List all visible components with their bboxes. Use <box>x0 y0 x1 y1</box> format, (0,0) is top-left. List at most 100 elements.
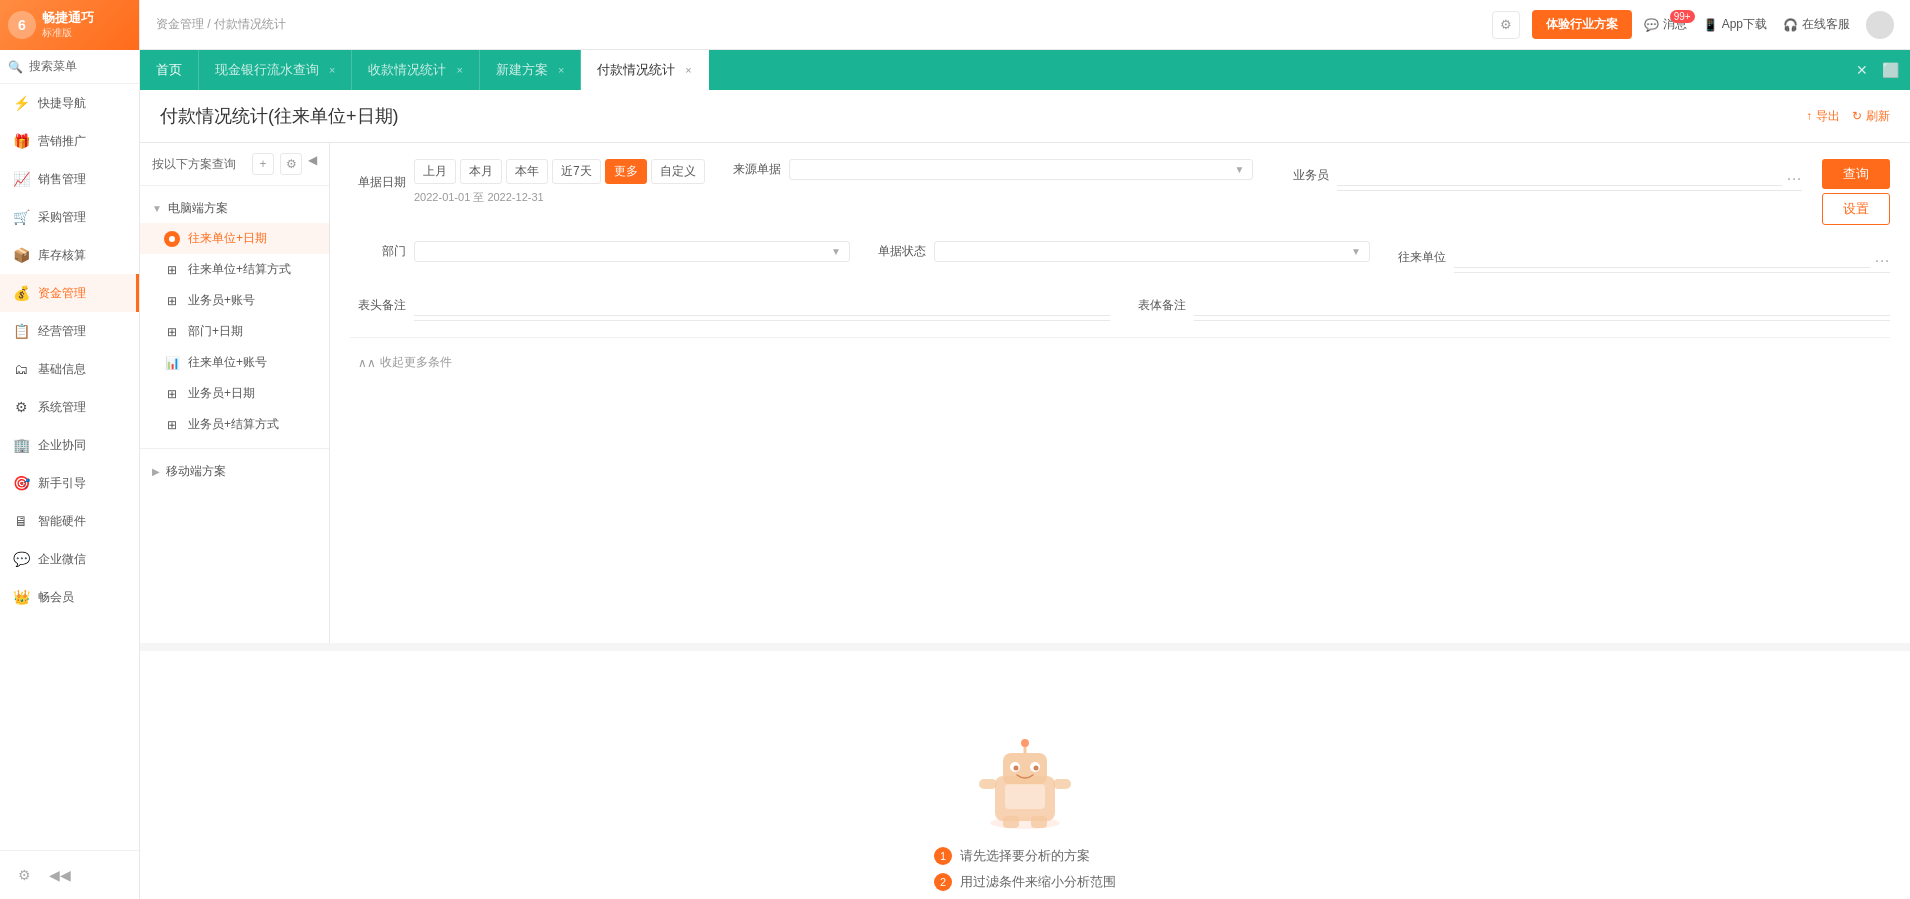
scheme-group-header-desktop[interactable]: ▼ 电脑端方案 <box>140 194 329 223</box>
tab-new-scheme[interactable]: 新建方案 × <box>480 50 581 90</box>
source-select[interactable]: ▼ <box>789 159 1254 180</box>
export-label: 导出 <box>1816 108 1840 125</box>
sidebar: 6 畅捷通巧 标准版 🔍 搜索菜单 ⚡ 快捷导航 🎁 营销推广 📈 销售管理 🛒… <box>0 0 140 899</box>
user-avatar[interactable] <box>1866 11 1894 39</box>
body-note-input[interactable] <box>1194 293 1890 316</box>
tab-collection-stats-close[interactable]: × <box>456 64 462 76</box>
export-btn[interactable]: ↑ 导出 <box>1806 108 1840 125</box>
online-service-btn[interactable]: 🎧 在线客服 <box>1783 16 1850 33</box>
sidebar-item-basic-info[interactable]: 🗂 基础信息 <box>0 350 139 388</box>
filter-header-note-item: 表头备注 <box>350 289 1110 321</box>
tab-home[interactable]: 首页 <box>140 50 199 90</box>
sidebar-item-hardware[interactable]: 🖥 智能硬件 <box>0 502 139 540</box>
scheme-item-unit-date[interactable]: 往来单位+日期 <box>140 223 329 254</box>
sidebar-item-enterprise[interactable]: 🏢 企业协同 <box>0 426 139 464</box>
unit-dots[interactable]: … <box>1874 248 1890 266</box>
search-label: 搜索菜单 <box>29 58 77 75</box>
app-download-label: App下载 <box>1722 16 1767 33</box>
sidebar-item-quick-nav[interactable]: ⚡ 快捷导航 <box>0 84 139 122</box>
refresh-btn[interactable]: ↻ 刷新 <box>1852 108 1890 125</box>
scheme-item-staff-account[interactable]: ⊞ 业务员+账号 <box>140 285 329 316</box>
set-button[interactable]: 设置 <box>1822 193 1890 225</box>
sidebar-item-sales[interactable]: 📈 销售管理 <box>0 160 139 198</box>
enterprise-icon: 🏢 <box>12 436 30 454</box>
filter-row-2: 部门 ▼ 单据状态 ▼ 往来单位 <box>350 241 1890 273</box>
scheme-mobile-header[interactable]: ▶ 移动端方案 <box>140 457 329 486</box>
brand-name: 畅捷通巧 <box>42 10 94 26</box>
tab-bar: 首页 现金银行流水查询 × 收款情况统计 × 新建方案 × 付款情况统计 × ✕… <box>140 50 1910 90</box>
scheme-item-unit-account[interactable]: 📊 往来单位+账号 <box>140 347 329 378</box>
collapse-sidebar-btn[interactable]: ◀◀ <box>46 861 74 889</box>
this-year-btn[interactable]: 本年 <box>506 159 548 184</box>
more-dates-btn[interactable]: 更多 <box>605 159 647 184</box>
date-section: 上月 本月 本年 近7天 更多 自定义 2022-01-01 至 2022-12… <box>414 159 705 205</box>
sidebar-item-weixin[interactable]: 💬 企业微信 <box>0 540 139 578</box>
sidebar-item-guide[interactable]: 🎯 新手引导 <box>0 464 139 502</box>
sidebar-footer: ⚙ ◀◀ <box>0 850 139 899</box>
scheme-panel-header: 按以下方案查询 + ⚙ ◀ <box>140 143 329 186</box>
sidebar-item-member[interactable]: 👑 畅会员 <box>0 578 139 616</box>
search-menu[interactable]: 🔍 搜索菜单 <box>0 50 139 84</box>
sidebar-item-system[interactable]: ⚙ 系统管理 <box>0 388 139 426</box>
settings-footer-btn[interactable]: ⚙ <box>10 861 38 889</box>
tab-new-scheme-close[interactable]: × <box>558 64 564 76</box>
filter-docstatus-item: 单据状态 ▼ <box>870 241 1370 262</box>
breadcrumb: 资金管理 / 付款情况统计 <box>156 16 1480 33</box>
dept-select[interactable]: ▼ <box>414 241 850 262</box>
scheme-item-staff-date[interactable]: ⊞ 业务员+日期 <box>140 378 329 409</box>
marketing-icon: 🎁 <box>12 132 30 150</box>
trial-button[interactable]: 体验行业方案 <box>1532 10 1632 39</box>
filter-row-1: 单据日期 上月 本月 本年 近7天 更多 自定义 2022-01-01 至 20… <box>350 159 1890 225</box>
sidebar-item-marketing[interactable]: 🎁 营销推广 <box>0 122 139 160</box>
tab-new-scheme-label: 新建方案 <box>496 61 548 79</box>
bar-icon: 📊 <box>164 355 180 371</box>
scheme-item-label: 部门+日期 <box>188 323 243 340</box>
quick-nav-icon: ⚡ <box>12 94 30 112</box>
sidebar-item-label: 销售管理 <box>38 171 86 188</box>
header-settings-btn[interactable]: ⚙ <box>1492 11 1520 39</box>
scheme-item-staff-settle[interactable]: ⊞ 业务员+结算方式 <box>140 409 329 440</box>
step-num-1: 1 <box>934 847 952 865</box>
grid-icon-3: ⊞ <box>164 324 180 340</box>
this-month-btn[interactable]: 本月 <box>460 159 502 184</box>
tab-payment-stats-close[interactable]: × <box>685 64 691 76</box>
notifications-btn[interactable]: 💬 消息 99+ <box>1644 16 1687 33</box>
add-scheme-btn[interactable]: + <box>252 153 274 175</box>
tab-actions: ✕ ⬜ <box>1842 58 1910 82</box>
tab-collection-stats[interactable]: 收款情况统计 × <box>352 50 479 90</box>
last-month-btn[interactable]: 上月 <box>414 159 456 184</box>
filter-staff-item: 业务员 … <box>1273 159 1802 191</box>
scheme-item-unit-settle[interactable]: ⊞ 往来单位+结算方式 <box>140 254 329 285</box>
sidebar-item-label: 智能硬件 <box>38 513 86 530</box>
sidebar-item-inventory[interactable]: 📦 库存核算 <box>0 236 139 274</box>
service-icon: 🎧 <box>1783 18 1798 32</box>
scheme-desktop-group: ▼ 电脑端方案 往来单位+日期 ⊞ 往来单位+结算方式 ⊞ <box>140 186 329 448</box>
header-note-input[interactable] <box>414 293 1110 316</box>
sidebar-item-purchase[interactable]: 🛒 采购管理 <box>0 198 139 236</box>
hardware-icon: 🖥 <box>12 512 30 530</box>
staff-input[interactable] <box>1337 163 1782 186</box>
scheme-item-dept-date[interactable]: ⊞ 部门+日期 <box>140 316 329 347</box>
query-button[interactable]: 查询 <box>1822 159 1890 189</box>
app-download-btn[interactable]: 📱 App下载 <box>1703 16 1767 33</box>
close-all-tabs-btn[interactable]: ✕ <box>1850 58 1874 82</box>
svg-rect-10 <box>979 779 997 789</box>
tab-payment-stats[interactable]: 付款情况统计 × <box>581 50 708 90</box>
sidebar-item-operations[interactable]: 📋 经营管理 <box>0 312 139 350</box>
refresh-icon: ↻ <box>1852 109 1862 123</box>
settings-scheme-btn[interactable]: ⚙ <box>280 153 302 175</box>
last-7-days-btn[interactable]: 近7天 <box>552 159 601 184</box>
expand-tab-btn[interactable]: ⬜ <box>1878 58 1902 82</box>
member-icon: 👑 <box>12 588 30 606</box>
collapse-scheme-btn[interactable]: ◀ <box>308 153 317 175</box>
custom-date-btn[interactable]: 自定义 <box>651 159 705 184</box>
staff-dots[interactable]: … <box>1786 166 1802 184</box>
sidebar-item-funds[interactable]: 💰 资金管理 <box>0 274 139 312</box>
tab-bank-flow-close[interactable]: × <box>329 64 335 76</box>
scheme-item-label: 往来单位+日期 <box>188 230 267 247</box>
tab-bank-flow[interactable]: 现金银行流水查询 × <box>199 50 352 90</box>
collapse-conditions-btn[interactable]: ∧∧ 收起更多条件 <box>350 346 460 379</box>
doc-status-select[interactable]: ▼ <box>934 241 1370 262</box>
unit-input[interactable] <box>1454 245 1870 268</box>
purchase-icon: 🛒 <box>12 208 30 226</box>
